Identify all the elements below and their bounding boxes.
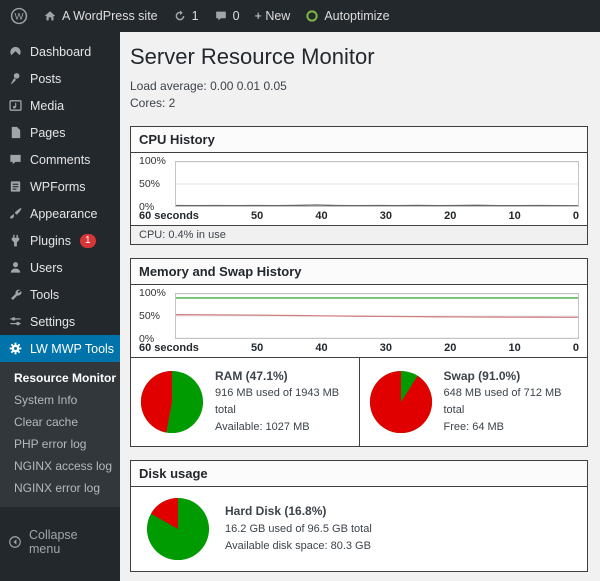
autoptimize-icon [305, 9, 319, 23]
disk-available-text: Available disk space: 80.3 GB [225, 539, 371, 552]
load-average-text: Load average: 0.00 0.01 0.05 [130, 79, 287, 93]
autoptimize-menu[interactable]: Autoptimize [305, 9, 390, 23]
submenu-item-clear-cache[interactable]: Clear cache [0, 411, 120, 433]
comments-count: 0 [232, 9, 240, 23]
autoptimize-label: Autoptimize [324, 9, 390, 23]
memory-history-chart: 100% 50% 0% 60 seconds 50 40 30 20 10 0 [131, 285, 587, 357]
memory-chart-plot [175, 292, 579, 339]
sliders-icon [8, 314, 23, 329]
cores-text: Cores: 2 [130, 96, 176, 111]
page-title: Server Resource Monitor [130, 44, 375, 69]
plugin-icon [8, 233, 23, 248]
form-icon [8, 179, 23, 194]
sidebar-item-label: Appearance [30, 206, 98, 221]
updates-link[interactable]: 1 [173, 9, 199, 23]
pushpin-icon [8, 71, 23, 86]
swap-pie-chart [368, 369, 434, 435]
new-content-button[interactable]: + New [255, 9, 291, 23]
cpu-panel-title: CPU History [131, 126, 587, 153]
wordpress-logo-button[interactable]: W [10, 7, 28, 25]
swap-usage-title: Swap (91.0%) [443, 368, 521, 383]
sidebar-item-label: Posts [30, 71, 62, 86]
submenu-item-nginx-error-log[interactable]: NGINX error log [0, 477, 120, 499]
memory-chart-y-axis: 100% 50% 0% [139, 286, 166, 345]
disk-pie-chart [145, 496, 211, 562]
memory-chart-x-axis: 60 seconds 50 40 30 20 10 0 [139, 341, 579, 354]
ram-usage-cell: RAM (47.1%) 916 MB used of 1943 MB total… [131, 358, 359, 446]
cpu-chart-plot [175, 160, 579, 207]
sidebar-item-label: Media [30, 98, 65, 113]
sidebar-item-plugins[interactable]: Plugins 1 [0, 227, 120, 254]
sidebar-item-label: WPForms [30, 179, 86, 194]
ram-available-text: Available: 1027 MB [215, 421, 310, 434]
ram-usage-title: RAM (47.1%) [215, 368, 288, 383]
disk-usage-panel: Disk usage Hard Disk (16.8%) 16.2 GB use… [130, 459, 588, 572]
disk-usage-title: Hard Disk (16.8%) [225, 504, 327, 519]
gear-icon [8, 341, 23, 356]
sidebar-item-users[interactable]: Users [0, 254, 120, 281]
cpu-history-panel: CPU History 100% 50% 0% 60 seconds 50 40 30 20… [130, 125, 588, 245]
sidebar-item-label: Comments [30, 152, 91, 167]
update-icon [173, 9, 187, 23]
sidebar-item-comments[interactable]: Comments [0, 146, 120, 173]
cpu-usage-status: CPU: 0.4% in use [131, 224, 587, 244]
sidebar-item-label: Pages [30, 125, 66, 140]
sidebar-item-media[interactable]: Media [0, 92, 120, 119]
disk-panel-title: Disk usage [131, 460, 587, 487]
disk-used-text: 16.2 GB used of 96.5 GB total [225, 522, 372, 535]
cpu-history-chart: 100% 50% 0% 60 seconds 50 40 30 20 10 0 [131, 153, 587, 225]
sidebar-item-label: Users [30, 260, 63, 275]
submenu-item-nginx-access-log[interactable]: NGINX access log [0, 455, 120, 477]
home-icon [43, 9, 57, 23]
sidebar-item-label: Settings [30, 314, 76, 329]
sidebar-item-label: Tools [30, 287, 60, 302]
swap-usage-cell: Swap (91.0%) 648 MB used of 712 MB total… [358, 357, 588, 446]
submenu-item-system-info[interactable]: System Info [0, 389, 120, 411]
admin-sidebar: Dashboard Posts Media Pages Comments WPF… [0, 32, 120, 581]
dashboard-icon [8, 44, 23, 59]
sidebar-item-pages[interactable]: Pages [0, 119, 120, 146]
updates-count: 1 [191, 9, 199, 23]
submenu-item-resource-monitor[interactable]: Resource Monitor [0, 367, 120, 389]
sidebar-item-label: LW MWP Tools [30, 341, 115, 356]
main-content: Server Resource Monitor Load average: 0.… [120, 32, 600, 581]
cpu-chart-x-axis: 60 seconds 50 40 30 20 10 0 [139, 209, 579, 222]
brush-icon [8, 206, 23, 221]
plugins-update-badge: 1 [80, 233, 96, 248]
sidebar-item-lw-mwp-tools[interactable]: LW MWP Tools [0, 335, 120, 362]
collapse-menu-button[interactable]: Collapse menu [0, 521, 120, 563]
submenu-item-php-error-log[interactable]: PHP error log [0, 433, 120, 455]
swap-used-text: 648 MB used of 712 MB total [443, 387, 562, 417]
sidebar-item-appearance[interactable]: Appearance [0, 200, 120, 227]
swap-free-text: Free: 64 MB [443, 421, 505, 434]
new-content-label: + New [254, 9, 291, 23]
memory-swap-panel: Memory and Swap History 100% 50% 0% 60 sec… [130, 257, 588, 447]
site-name-label: A WordPress site [62, 9, 158, 23]
sidebar-item-wpforms[interactable]: WPForms [0, 173, 120, 200]
sidebar-item-label: Plugins [30, 233, 71, 248]
comment-bubble-icon [214, 9, 228, 23]
sidebar-item-tools[interactable]: Tools [0, 281, 120, 308]
sidebar-item-label: Dashboard [30, 44, 92, 59]
wordpress-logo-icon: W [10, 7, 28, 25]
comments-link[interactable]: 0 [214, 9, 240, 23]
sidebar-item-posts[interactable]: Posts [0, 65, 120, 92]
user-icon [8, 260, 23, 275]
memory-panel-title: Memory and Swap History [131, 258, 587, 285]
svg-text:W: W [14, 12, 23, 23]
sidebar-item-settings[interactable]: Settings [0, 308, 120, 335]
collapse-arrow-icon [8, 535, 22, 549]
cpu-chart-y-axis: 100% 50% 0% [139, 154, 166, 213]
lw-mwp-tools-submenu: Resource Monitor System Info Clear cache… [0, 362, 120, 507]
media-icon [8, 98, 23, 113]
comments-icon [8, 152, 23, 167]
ram-pie-chart [139, 369, 205, 435]
admin-bar: W A WordPress site 1 0 + New Autoptimize [0, 0, 600, 32]
site-name-link[interactable]: A WordPress site [43, 9, 158, 23]
page-icon [8, 125, 23, 140]
wrench-icon [8, 287, 23, 302]
collapse-menu-label: Collapse menu [29, 528, 78, 556]
ram-used-text: 916 MB used of 1943 MB total [215, 387, 340, 417]
sidebar-item-dashboard[interactable]: Dashboard [0, 38, 120, 65]
